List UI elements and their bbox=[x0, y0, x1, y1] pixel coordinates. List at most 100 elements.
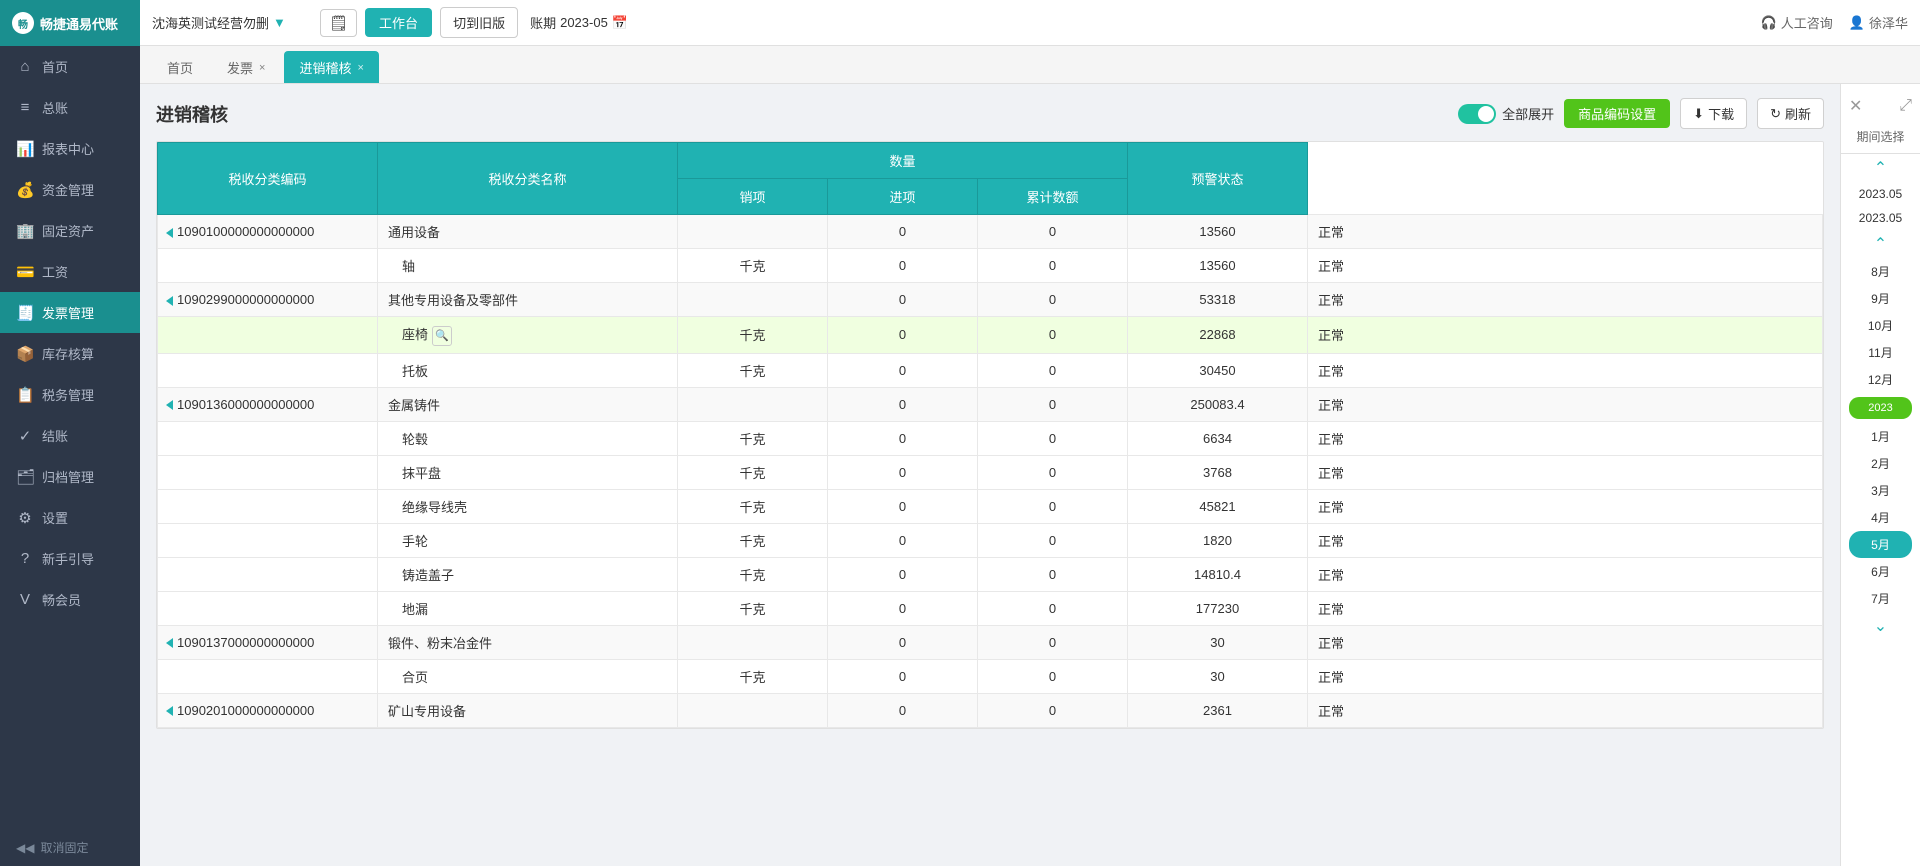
table-row[interactable]: 轮毂 千克 0 0 6634 正常 bbox=[158, 421, 1823, 455]
goods-code-btn[interactable]: 商品编码设置 bbox=[1564, 99, 1670, 128]
cell-purchase: 0 bbox=[978, 523, 1128, 557]
table-row[interactable]: 手轮 千克 0 0 1820 正常 bbox=[158, 523, 1823, 557]
refresh-btn[interactable]: ↻ 刷新 bbox=[1757, 98, 1824, 129]
expand-toggle[interactable]: 全部展开 bbox=[1458, 104, 1554, 124]
sidebar-item-固定资产[interactable]: 🏢固定资产 bbox=[0, 210, 140, 251]
sidebar-item-报表中心[interactable]: 📊报表中心 bbox=[0, 128, 140, 169]
sidebar-item-首页[interactable]: ⌂首页 bbox=[0, 46, 140, 87]
table-row[interactable]: 合页 千克 0 0 30 正常 bbox=[158, 659, 1823, 693]
period-month-4月[interactable]: 4月 bbox=[1841, 504, 1920, 531]
cell-sale: 0 bbox=[828, 283, 978, 317]
tab-invoice-close[interactable]: × bbox=[259, 62, 265, 74]
data-table-wrapper: 税收分类编码 税收分类名称 数量 预警状态 bbox=[156, 141, 1824, 729]
cell-name: 矿山专用设备 bbox=[378, 693, 678, 727]
sidebar-item-设置[interactable]: ⚙设置 bbox=[0, 497, 140, 538]
sidebar-item-新手引导[interactable]: ?新手引导 bbox=[0, 538, 140, 579]
cell-unit: 千克 bbox=[678, 523, 828, 557]
cell-unit: 千克 bbox=[678, 421, 828, 455]
period-month-9月[interactable]: 9月 bbox=[1841, 285, 1920, 312]
period-month-2月[interactable]: 2月 bbox=[1841, 450, 1920, 477]
company-dropdown-icon[interactable]: ▼ bbox=[273, 15, 286, 30]
cell-unit-empty bbox=[678, 625, 828, 659]
scroll-down-btn[interactable]: ⌄ bbox=[1841, 612, 1920, 640]
user-btn[interactable]: 👤 徐泽华 bbox=[1849, 13, 1908, 32]
tab-home[interactable]: 首页 bbox=[152, 51, 208, 83]
cell-warning: 正常 bbox=[1308, 489, 1823, 523]
cell-warning: 正常 bbox=[1308, 557, 1823, 591]
period-month-11月[interactable]: 11月 bbox=[1841, 339, 1920, 366]
period-month-6月[interactable]: 6月 bbox=[1841, 558, 1920, 585]
sidebar-item-工资[interactable]: 💳工资 bbox=[0, 251, 140, 292]
cell-warning: 正常 bbox=[1308, 591, 1823, 625]
support-btn[interactable]: 🎧 人工咨询 bbox=[1761, 13, 1833, 32]
sidebar-item-发票管理[interactable]: 🧾发票管理 bbox=[0, 292, 140, 333]
switch-version-btn[interactable]: 切到旧版 bbox=[440, 7, 518, 38]
cell-code: 1090299000000000000 bbox=[158, 283, 378, 317]
period-top-1[interactable]: 2023.05 bbox=[1841, 206, 1920, 230]
panel-expand-btn[interactable]: ⤢ bbox=[1895, 92, 1916, 120]
sidebar-icon-3: 💰 bbox=[16, 181, 34, 199]
cell-sale: 0 bbox=[828, 317, 978, 354]
sidebar-item-总账[interactable]: ≡总账 bbox=[0, 87, 140, 128]
period-month-3月[interactable]: 3月 bbox=[1841, 477, 1920, 504]
table-row[interactable]: 1090136000000000000 金属铸件 0 0 250083.4 正常 bbox=[158, 387, 1823, 421]
toggle-track[interactable] bbox=[1458, 104, 1496, 124]
table-row[interactable]: 地漏 千克 0 0 177230 正常 bbox=[158, 591, 1823, 625]
tab-reconcile-close[interactable]: × bbox=[357, 62, 363, 74]
period-month-8月[interactable]: 8月 bbox=[1841, 258, 1920, 285]
cell-code: 1090137000000000000 bbox=[158, 625, 378, 659]
tab-reconcile[interactable]: 进销稽核 × bbox=[284, 51, 378, 83]
company-selector[interactable]: 沈海英测试经营勿删 ▼ bbox=[152, 13, 312, 32]
scroll-up2-btn[interactable]: ⌃ bbox=[1841, 230, 1920, 258]
table-row[interactable]: 轴 千克 0 0 13560 正常 bbox=[158, 249, 1823, 283]
sidebar-item-归档管理[interactable]: 🗂归档管理 bbox=[0, 456, 140, 497]
sidebar-item-税务管理[interactable]: 📋税务管理 bbox=[0, 374, 140, 415]
sidebar-item-库存核算[interactable]: 📦库存核算 bbox=[0, 333, 140, 374]
table-row[interactable]: 1090299000000000000 其他专用设备及零部件 0 0 53318… bbox=[158, 283, 1823, 317]
company-name: 沈海英测试经营勿删 bbox=[152, 13, 269, 32]
table-row[interactable]: 座椅🔍 千克 0 0 22868 正常 bbox=[158, 317, 1823, 354]
cell-purchase: 0 bbox=[978, 317, 1128, 354]
archive-btn[interactable]: 🗒 bbox=[320, 9, 357, 37]
table-row[interactable]: 托板 千克 0 0 30450 正常 bbox=[158, 353, 1823, 387]
th-purchase: 进项 bbox=[828, 179, 978, 215]
search-icon[interactable]: 🔍 bbox=[432, 326, 452, 346]
expand-icon bbox=[166, 400, 173, 410]
period-month-10月[interactable]: 10月 bbox=[1841, 312, 1920, 339]
table-row[interactable]: 1090201000000000000 矿山专用设备 0 0 2361 正常 bbox=[158, 693, 1823, 727]
table-row[interactable]: 1090137000000000000 锻件、粉末冶金件 0 0 30 正常 bbox=[158, 625, 1823, 659]
cell-code bbox=[158, 455, 378, 489]
table-row[interactable]: 抹平盘 千克 0 0 3768 正常 bbox=[158, 455, 1823, 489]
cell-name: 锻件、粉末冶金件 bbox=[378, 625, 678, 659]
cancel-fixed-btn[interactable]: ◀◀ 取消固定 bbox=[0, 829, 140, 866]
cell-name: 托板 bbox=[378, 353, 678, 387]
download-btn[interactable]: ⬇ 下载 bbox=[1680, 98, 1747, 129]
cell-purchase: 0 bbox=[978, 591, 1128, 625]
cell-unit: 千克 bbox=[678, 659, 828, 693]
calendar-icon[interactable]: 📅 bbox=[612, 15, 628, 31]
cell-purchase: 0 bbox=[978, 249, 1128, 283]
sidebar-item-结账[interactable]: ✓结账 bbox=[0, 415, 140, 456]
table-row[interactable]: 1090100000000000000 通用设备 0 0 13560 正常 bbox=[158, 215, 1823, 249]
table-row[interactable]: 铸造盖子 千克 0 0 14810.4 正常 bbox=[158, 557, 1823, 591]
period-month-1月[interactable]: 1月 bbox=[1841, 423, 1920, 450]
cell-code bbox=[158, 523, 378, 557]
page-content: 进销稽核 全部展开 商品编码设置 ⬇ 下载 ↻ 刷 bbox=[140, 84, 1920, 866]
sidebar-item-畅会员[interactable]: V畅会员 bbox=[0, 579, 140, 620]
cell-unit-empty bbox=[678, 387, 828, 421]
panel-close-btn[interactable]: ✕ bbox=[1845, 92, 1866, 120]
cell-total: 30 bbox=[1128, 625, 1308, 659]
period-month-7月[interactable]: 7月 bbox=[1841, 585, 1920, 612]
period-month-12月[interactable]: 12月 bbox=[1841, 366, 1920, 393]
workbench-btn[interactable]: 工作台 bbox=[365, 8, 432, 37]
period-month-5月[interactable]: 5月 bbox=[1849, 531, 1912, 558]
sidebar-label-9: 结账 bbox=[42, 426, 68, 445]
cell-total: 45821 bbox=[1128, 489, 1308, 523]
cell-purchase: 0 bbox=[978, 625, 1128, 659]
cell-purchase: 0 bbox=[978, 489, 1128, 523]
table-row[interactable]: 绝缘导线壳 千克 0 0 45821 正常 bbox=[158, 489, 1823, 523]
sidebar-item-资金管理[interactable]: 💰资金管理 bbox=[0, 169, 140, 210]
tab-invoice[interactable]: 发票 × bbox=[212, 51, 280, 83]
period-top-0[interactable]: 2023.05 bbox=[1841, 182, 1920, 206]
scroll-up-btn[interactable]: ⌃ bbox=[1841, 154, 1920, 182]
